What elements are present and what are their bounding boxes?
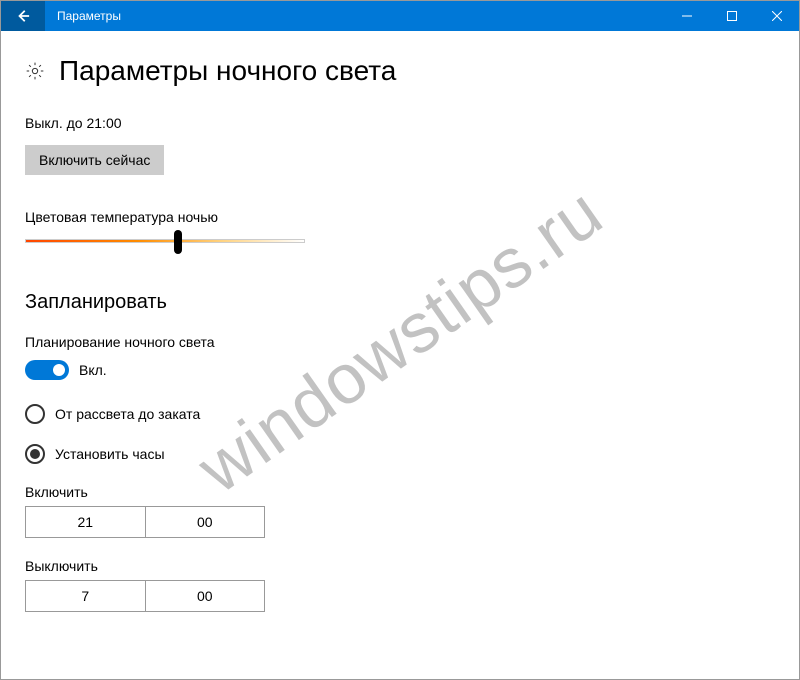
window-title: Параметры [45,9,664,23]
turn-on-now-button[interactable]: Включить сейчас [25,145,164,175]
page-title: Параметры ночного света [59,55,396,87]
content-area: Параметры ночного света Выкл. до 21:00 В… [1,31,799,636]
maximize-icon [727,11,737,21]
maximize-button[interactable] [709,1,754,31]
radio-dot [30,449,40,459]
back-button[interactable] [1,1,45,31]
status-text: Выкл. до 21:00 [25,115,775,131]
radio-set-hours-circle [25,444,45,464]
window-controls [664,1,799,31]
schedule-title: Запланировать [25,291,775,314]
turn-off-time-picker: 7 00 [25,580,265,612]
turn-on-label: Включить [25,484,775,500]
page-header: Параметры ночного света [25,55,775,87]
turn-off-label: Выключить [25,558,775,574]
radio-sunset-circle [25,404,45,424]
turn-off-min[interactable]: 00 [146,580,266,612]
minimize-button[interactable] [664,1,709,31]
radio-set-hours[interactable]: Установить часы [25,444,775,464]
titlebar: Параметры [1,1,799,31]
color-temp-slider[interactable] [25,239,305,243]
gear-icon [25,61,45,81]
turn-on-min[interactable]: 00 [146,506,266,538]
schedule-toggle-row: Вкл. [25,360,775,380]
close-icon [772,11,782,21]
turn-off-hour[interactable]: 7 [25,580,146,612]
minimize-icon [682,11,692,21]
color-temp-label: Цветовая температура ночью [25,209,775,225]
radio-sunset-label: От рассвета до заката [55,406,200,422]
turn-on-time-picker: 21 00 [25,506,265,538]
schedule-plan-label: Планирование ночного света [25,334,775,350]
back-arrow-icon [16,9,30,23]
radio-set-hours-label: Установить часы [55,446,165,462]
radio-sunset[interactable]: От рассвета до заката [25,404,775,424]
close-button[interactable] [754,1,799,31]
toggle-knob [53,364,65,376]
slider-thumb[interactable] [174,230,182,254]
schedule-toggle[interactable] [25,360,69,380]
toggle-state-label: Вкл. [79,362,107,378]
turn-on-hour[interactable]: 21 [25,506,146,538]
